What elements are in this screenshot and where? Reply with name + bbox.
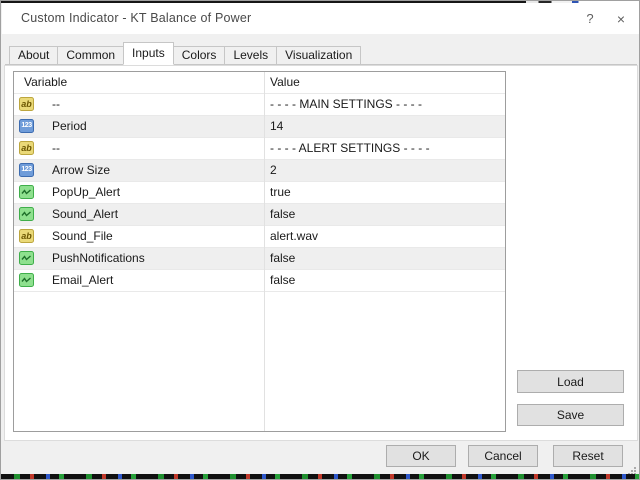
variable-cell: Period [52,119,87,133]
save-button[interactable]: Save [517,404,624,426]
table-row[interactable]: PushNotifications false [14,248,505,270]
variable-cell: -- [52,141,60,155]
background-chart-bottom-sliver [1,474,639,479]
title-bar[interactable]: Custom Indicator - KT Balance of Power ?… [2,3,639,34]
variable-cell: Email_Alert [52,273,114,287]
number-param-icon: 123 [19,119,34,133]
value-cell[interactable]: false [270,270,295,291]
value-cell[interactable]: true [270,182,291,203]
value-cell[interactable]: false [270,204,295,225]
table-row[interactable]: Email_Alert false [14,270,505,292]
resize-grip-icon[interactable] [627,462,636,475]
value-cell[interactable]: 14 [270,116,283,137]
table-row[interactable]: 123 Period 14 [14,116,505,138]
cancel-button[interactable]: Cancel [468,445,538,467]
bool-param-icon [19,251,34,265]
variable-cell: Sound_Alert [52,207,119,221]
variable-cell: PushNotifications [52,251,145,265]
reset-button[interactable]: Reset [553,445,623,467]
load-button[interactable]: Load [517,370,624,393]
table-row[interactable]: Sound_Alert false [14,204,505,226]
value-cell[interactable]: - - - - ALERT SETTINGS - - - - [270,138,430,159]
dialog-footer: OK Cancel Reset [1,441,639,475]
parameters-table: Variable Value ab -- - - - - MAIN SETTINGS… [13,71,506,432]
tab-colors[interactable]: Colors [172,46,226,64]
text-param-icon: ab [19,141,34,155]
number-param-icon: 123 [19,163,34,177]
table-row[interactable]: PopUp_Alert true [14,182,505,204]
help-icon[interactable]: ? [577,9,603,29]
value-cell[interactable]: false [270,248,295,269]
value-cell[interactable]: alert.wav [270,226,318,247]
variable-cell: Sound_File [52,229,113,243]
column-divider [264,72,265,431]
text-param-icon: ab [19,229,34,243]
tab-inputs[interactable]: Inputs [123,42,174,65]
table-row[interactable]: 123 Arrow Size 2 [14,160,505,182]
variable-cell: PopUp_Alert [52,185,121,199]
table-header: Variable Value [14,72,505,94]
tab-about[interactable]: About [9,46,59,64]
tab-visualization[interactable]: Visualization [276,46,362,64]
table-row[interactable]: ab -- - - - - MAIN SETTINGS - - - - [14,94,505,116]
value-cell[interactable]: - - - - MAIN SETTINGS - - - - [270,94,422,115]
bool-param-icon [19,273,34,287]
close-icon[interactable]: × [608,9,634,29]
window-title: Custom Indicator - KT Balance of Power [21,11,252,25]
variable-cell: Arrow Size [52,163,111,177]
inputs-tab-page: Variable Value ab -- - - - - MAIN SETTINGS… [4,65,638,441]
bool-param-icon [19,185,34,199]
tab-bar: About Common Inputs Colors Levels Visualizati… [5,42,637,65]
column-header-value: Value [270,75,300,89]
column-header-variable: Variable [24,75,68,89]
table-row[interactable]: ab Sound_File alert.wav [14,226,505,248]
tab-levels[interactable]: Levels [224,46,278,64]
value-cell[interactable]: 2 [270,160,277,181]
text-param-icon: ab [19,97,34,111]
ok-button[interactable]: OK [386,445,456,467]
bool-param-icon [19,207,34,221]
variable-cell: -- [52,97,60,111]
tab-common[interactable]: Common [57,46,125,64]
table-row[interactable]: ab -- - - - - ALERT SETTINGS - - - - [14,138,505,160]
custom-indicator-dialog: Custom Indicator - KT Balance of Power ?… [0,0,640,480]
